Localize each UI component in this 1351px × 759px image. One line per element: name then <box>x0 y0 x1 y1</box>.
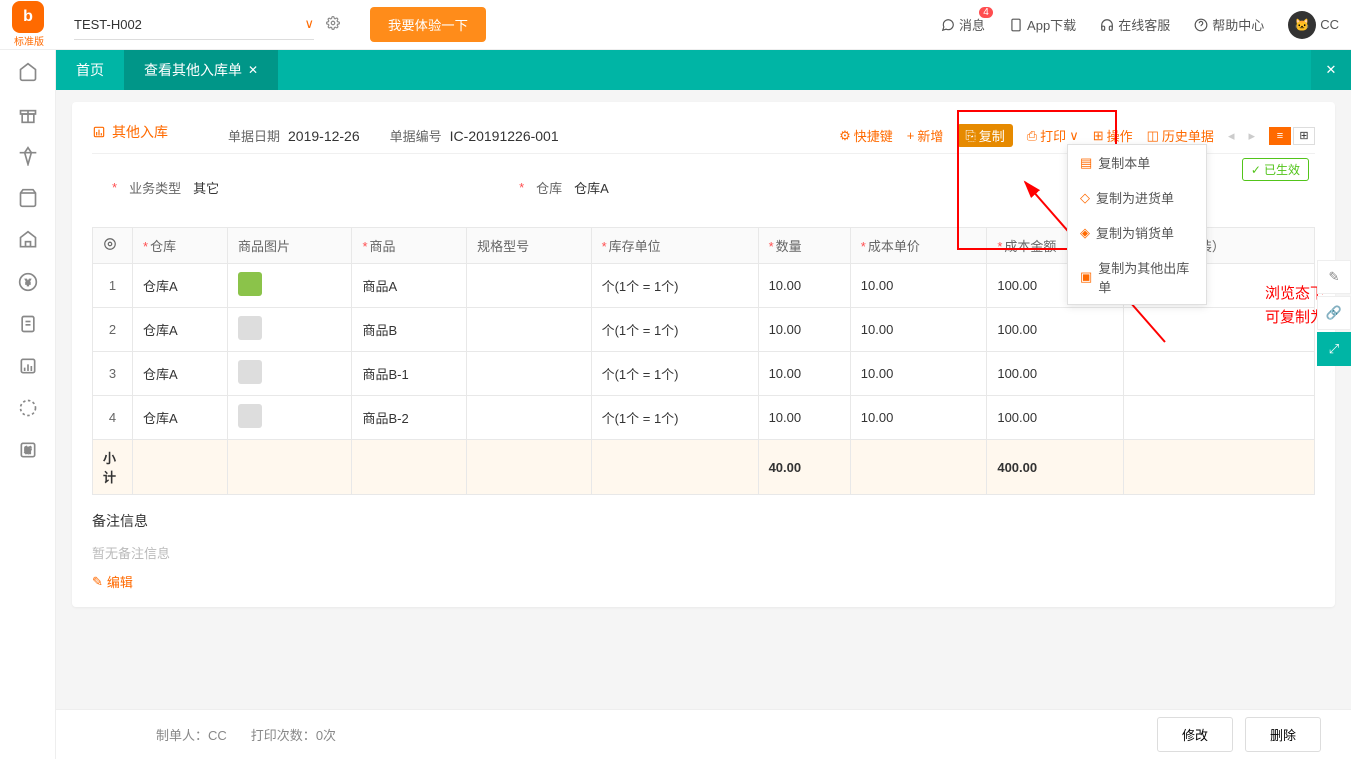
export-icon: ▣ <box>1080 269 1092 285</box>
col-warehouse: *仓库 <box>133 228 228 264</box>
house-icon[interactable] <box>18 230 38 250</box>
operate-button[interactable]: ⊞操作 <box>1093 126 1133 145</box>
money-icon[interactable]: ¥ <box>18 272 38 292</box>
col-unit: *库存单位 <box>591 228 758 264</box>
svg-text:新: 新 <box>24 446 31 455</box>
dock-note-icon[interactable]: ✎ <box>1317 260 1351 294</box>
check-icon: ✓ <box>1251 163 1261 177</box>
doc-code: 单据编号IC-20191226-001 <box>390 126 559 145</box>
grid-icon: ⊞ <box>1093 128 1104 144</box>
document-icon: ▤ <box>1080 155 1092 171</box>
shortcut-button[interactable]: ⚙快捷键 <box>839 126 893 145</box>
footer: 制单人：CC 打印次数：0次 修改 删除 <box>56 709 1351 759</box>
download-link[interactable]: App下载 <box>1009 15 1076 34</box>
biz-type-field: *业务类型 其它 <box>112 178 219 197</box>
add-button[interactable]: +新增 <box>907 126 944 145</box>
tab-current[interactable]: 查看其他入库单 ✕ <box>124 50 278 90</box>
messages-link[interactable]: 消息 4 <box>941 15 985 34</box>
tab-home[interactable]: 首页 <box>56 50 124 90</box>
copy-purchase-item[interactable]: ◇复制为进货单 <box>1068 180 1206 215</box>
col-spec: 规格型号 <box>467 228 592 264</box>
bag-icon[interactable] <box>18 188 38 208</box>
service-link[interactable]: 在线客服 <box>1100 15 1170 34</box>
store-selector[interactable]: TEST-H002 ∨ <box>74 10 314 40</box>
top-header: b 标准版 TEST-H002 ∨ 我要体验一下 消息 4 App下载 在线客服… <box>0 0 1351 50</box>
table-row[interactable]: 4 仓库A 商品B-2 个(1个 = 1个) 10.00 10.00 100.0… <box>93 396 1315 440</box>
print-icon: ⎙ <box>1027 128 1037 144</box>
copy-other-out-item[interactable]: ▣复制为其他出库单 <box>1068 250 1206 304</box>
logo[interactable]: b 标准版 <box>12 1 44 48</box>
tabs-bar: 首页 查看其他入库单 ✕ ✕ <box>56 50 1351 90</box>
diamond-icon[interactable] <box>18 146 38 166</box>
help-link[interactable]: 帮助中心 <box>1194 15 1264 34</box>
copy-button[interactable]: ⎘复制 <box>957 124 1012 147</box>
status-badge: ✓已生效 <box>1242 158 1309 181</box>
remarks-title: 备注信息 <box>92 511 1315 531</box>
new-icon[interactable]: 新 <box>18 440 38 460</box>
svg-text:¥: ¥ <box>24 277 30 287</box>
modify-button[interactable]: 修改 <box>1157 717 1233 752</box>
col-price: *成本单价 <box>850 228 987 264</box>
document-card: 其他入库 单据日期2019-12-26 单据编号IC-20191226-001 … <box>72 102 1335 607</box>
print-count-info: 打印次数：0次 <box>251 725 336 744</box>
refresh-icon[interactable] <box>18 398 38 418</box>
home-icon[interactable] <box>18 62 38 82</box>
edit-remarks-button[interactable]: ✎编辑 <box>92 572 1315 591</box>
warehouse-field: *仓库 仓库A <box>519 178 609 197</box>
avatar: 🐱 <box>1288 11 1316 39</box>
view-grid-button[interactable]: ⊞ <box>1293 127 1315 145</box>
copy-icon: ⎘ <box>965 128 975 144</box>
dock-expand-icon[interactable]: ⤢ <box>1317 332 1351 366</box>
gear-icon[interactable] <box>326 16 340 33</box>
experience-button[interactable]: 我要体验一下 <box>370 7 486 42</box>
prev-button[interactable]: ◂ <box>1228 128 1235 144</box>
box-icon: ◇ <box>1080 190 1090 206</box>
subtotal-row: 小计 40.00 400.00 <box>93 440 1315 495</box>
table-row[interactable]: 3 仓库A 商品B-1 个(1个 = 1个) 10.00 10.00 100.0… <box>93 352 1315 396</box>
next-button[interactable]: ▸ <box>1248 128 1255 144</box>
table-gear-header[interactable] <box>93 228 133 264</box>
history-icon: ◫ <box>1147 128 1159 144</box>
product-image <box>238 272 262 296</box>
print-button[interactable]: ⎙打印∨ <box>1027 126 1079 145</box>
product-image <box>238 404 262 428</box>
messages-badge: 4 <box>979 7 993 18</box>
report-icon[interactable] <box>18 356 38 376</box>
chevron-down-icon: ∨ <box>1069 128 1079 144</box>
copy-dropdown: ▤复制本单 ◇复制为进货单 ◈复制为销货单 ▣复制为其他出库单 <box>1067 144 1207 305</box>
gift-icon[interactable] <box>18 104 38 124</box>
store-name: TEST-H002 <box>74 17 142 32</box>
chevron-down-icon: ∨ <box>304 16 314 32</box>
remarks-empty: 暂无备注信息 <box>92 543 1315 562</box>
gear-icon: ⚙ <box>839 128 851 144</box>
logo-sub-label: 标准版 <box>14 33 44 48</box>
close-all-tabs[interactable]: ✕ <box>1311 50 1351 90</box>
col-product: *商品 <box>352 228 467 264</box>
close-icon[interactable]: ✕ <box>248 63 258 77</box>
product-image <box>238 316 262 340</box>
delete-button[interactable]: 删除 <box>1245 717 1321 752</box>
history-button[interactable]: ◫历史单据 <box>1147 126 1214 145</box>
copy-sales-item[interactable]: ◈复制为销货单 <box>1068 215 1206 250</box>
clipboard-icon[interactable] <box>18 314 38 334</box>
dock-link-icon[interactable]: 🔗 <box>1317 296 1351 330</box>
edit-icon: ✎ <box>92 574 103 590</box>
table-row[interactable]: 2 仓库A 商品B 个(1个 = 1个) 10.00 10.00 100.00 <box>93 308 1315 352</box>
tag-icon: ◈ <box>1080 225 1090 241</box>
col-qty: *数量 <box>758 228 850 264</box>
creator-info: 制单人：CC <box>156 725 227 744</box>
page-title: 其他入库 <box>92 122 168 150</box>
right-dock: ✎ 🔗 ⤢ <box>1317 260 1351 366</box>
copy-this-item[interactable]: ▤复制本单 <box>1068 145 1206 180</box>
product-image <box>238 360 262 384</box>
plus-icon: + <box>907 128 915 143</box>
col-image: 商品图片 <box>227 228 352 264</box>
doc-date: 单据日期2019-12-26 <box>228 126 360 145</box>
left-nav: ¥ 新 <box>0 50 56 759</box>
view-list-button[interactable]: ≡ <box>1269 127 1291 145</box>
user-menu[interactable]: 🐱 CC <box>1288 11 1339 39</box>
